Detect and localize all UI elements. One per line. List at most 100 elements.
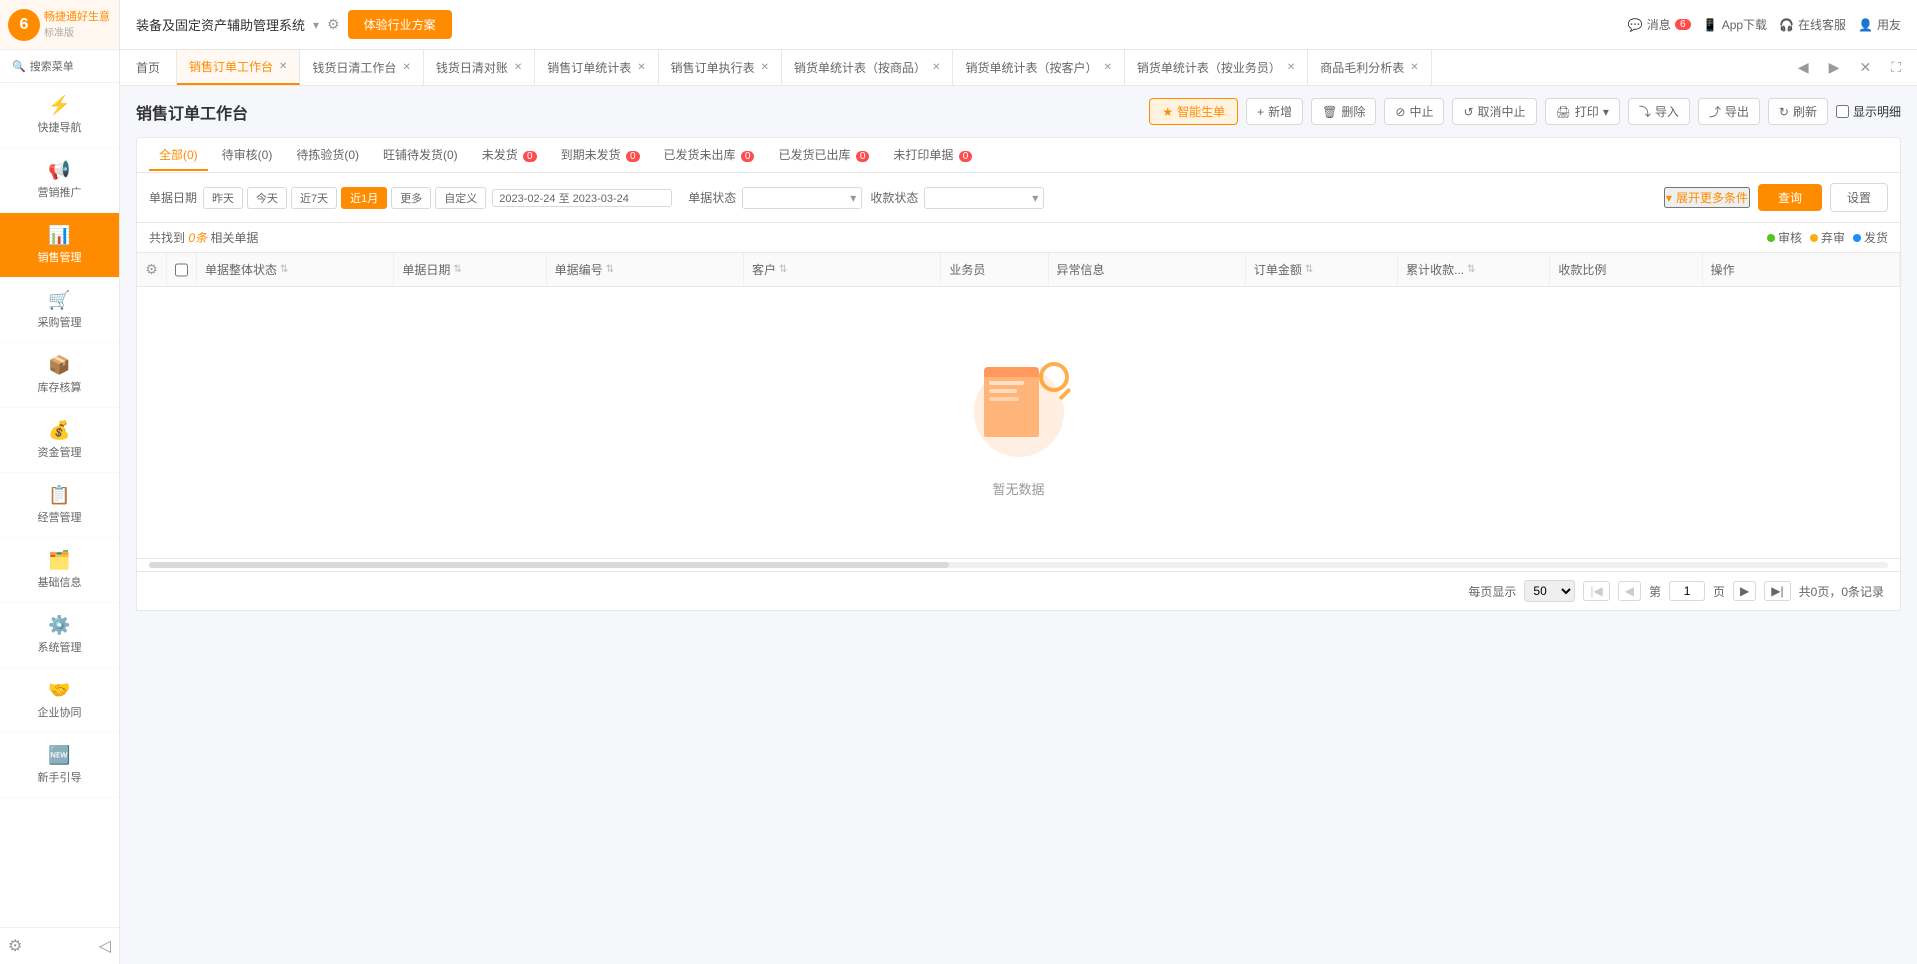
tab-sales-by-product[interactable]: 销货单统计表（按商品） ✕ bbox=[782, 50, 953, 85]
page-last-btn[interactable]: ▶| bbox=[1764, 581, 1790, 601]
settings-btn[interactable]: 设置 bbox=[1830, 183, 1888, 212]
tab-sales-exec[interactable]: 销售订单执行表 ✕ bbox=[659, 50, 782, 85]
ship-btn[interactable]: 发货 bbox=[1853, 229, 1888, 246]
col-collected-header[interactable]: 累计收款... ⇅ bbox=[1398, 253, 1550, 286]
filter-tab-shipped-not-out[interactable]: 已发货未出库 0 bbox=[654, 140, 765, 171]
collapse-icon[interactable]: ◁ bbox=[99, 936, 111, 956]
page-first-btn[interactable]: |◀ bbox=[1583, 581, 1609, 601]
sidebar-item-operations[interactable]: 📋 经营管理 bbox=[0, 473, 119, 538]
tab-home[interactable]: 首页 bbox=[120, 50, 177, 85]
tab-gross-profit[interactable]: 商品毛利分析表 ✕ bbox=[1308, 50, 1431, 85]
sidebar-item-purchase[interactable]: 🛒 采购管理 bbox=[0, 278, 119, 343]
ai-generate-btn[interactable]: ★ 智能生单 bbox=[1149, 98, 1238, 125]
tab-cash-daily[interactable]: 钱货日清工作台 ✕ bbox=[300, 50, 423, 85]
page-prev-btn[interactable]: ◀ bbox=[1618, 581, 1641, 601]
cancel-stop-btn[interactable]: ↺ 取消中止 bbox=[1452, 98, 1536, 125]
date-btn-today[interactable]: 今天 bbox=[247, 187, 287, 209]
tab-cash-reconcile-close[interactable]: ✕ bbox=[514, 62, 522, 73]
tab-sales-by-customer-close[interactable]: ✕ bbox=[1103, 62, 1111, 73]
query-btn[interactable]: 查询 bbox=[1758, 184, 1822, 211]
page-next-btn[interactable]: ▶ bbox=[1733, 581, 1756, 601]
tab-sales-by-staff[interactable]: 销货单统计表（按业务员） ✕ bbox=[1125, 50, 1308, 85]
user-item[interactable]: 👤 用友 bbox=[1858, 16, 1901, 33]
col-ratio-header: 收款比例 bbox=[1550, 253, 1702, 286]
show-detail-checkbox[interactable] bbox=[1836, 105, 1849, 118]
message-item[interactable]: 💬 消息 6 bbox=[1628, 16, 1691, 33]
filter-tab-not-shipped[interactable]: 未发货 0 bbox=[472, 140, 547, 171]
settings-header-icon[interactable]: ⚙ bbox=[327, 16, 340, 33]
tab-sales-stats-close[interactable]: ✕ bbox=[637, 62, 645, 73]
filter-tab-not-printed[interactable]: 未打印单据 0 bbox=[883, 140, 982, 171]
payment-select[interactable] bbox=[924, 187, 1044, 209]
sidebar-item-sales[interactable]: 📊 销售管理 bbox=[0, 213, 119, 278]
export-btn[interactable]: ⤴ 导出 bbox=[1698, 98, 1760, 125]
date-btn-7days[interactable]: 近7天 bbox=[291, 187, 337, 209]
tab-cash-reconcile[interactable]: 钱货日清对账 ✕ bbox=[424, 50, 535, 85]
page-size-select[interactable]: 50 100 200 bbox=[1524, 580, 1575, 602]
sidebar-item-system[interactable]: ⚙️ 系统管理 bbox=[0, 603, 119, 668]
tab-sales-workbench[interactable]: 销售订单工作台 ✕ bbox=[177, 50, 300, 85]
tab-maximize-btn[interactable]: ⛶ bbox=[1883, 59, 1909, 76]
sidebar-item-guide[interactable]: 🆕 新手引导 bbox=[0, 733, 119, 798]
sidebar-item-enterprise[interactable]: 🤝 企业协同 bbox=[0, 668, 119, 733]
col-number-header[interactable]: 单据编号 ⇅ bbox=[547, 253, 744, 286]
sidebar-item-inventory[interactable]: 📦 库存核算 bbox=[0, 343, 119, 408]
col-date-header[interactable]: 单据日期 ⇅ bbox=[394, 253, 546, 286]
capital-icon: 💰 bbox=[48, 420, 70, 441]
tab-scroll-right-btn[interactable]: ▶ bbox=[1821, 59, 1848, 76]
revoke-btn[interactable]: 弃审 bbox=[1810, 229, 1845, 246]
col-status-header[interactable]: 单据整体状态 ⇅ bbox=[197, 253, 394, 286]
col-settings[interactable]: ⚙ bbox=[137, 253, 167, 286]
show-detail-label[interactable]: 显示明细 bbox=[1836, 103, 1901, 120]
tab-sales-stats[interactable]: 销售订单统计表 ✕ bbox=[535, 50, 658, 85]
filter-tab-all[interactable]: 全部(0) bbox=[149, 140, 208, 171]
add-btn[interactable]: + 新增 bbox=[1246, 98, 1303, 125]
basic-label: 基础信息 bbox=[38, 574, 82, 590]
tab-sales-by-staff-close[interactable]: ✕ bbox=[1287, 62, 1295, 73]
filter-tab-shipped-out[interactable]: 已发货已出库 0 bbox=[768, 140, 879, 171]
refresh-btn[interactable]: ↻ 刷新 bbox=[1768, 98, 1828, 125]
sidebar-item-basic[interactable]: 🗂️ 基础信息 bbox=[0, 538, 119, 603]
dropdown-arrow-icon[interactable]: ▾ bbox=[313, 18, 319, 32]
tab-sales-by-product-close[interactable]: ✕ bbox=[932, 62, 940, 73]
status-select[interactable] bbox=[742, 187, 862, 209]
review-btn[interactable]: 审核 bbox=[1767, 229, 1802, 246]
filter-tab-overdue[interactable]: 到期未发货 0 bbox=[551, 140, 650, 171]
tab-scroll-left-btn[interactable]: ◀ bbox=[1790, 59, 1817, 76]
col-customer-header[interactable]: 客户 ⇅ bbox=[744, 253, 941, 286]
filter-tab-wangpu[interactable]: 旺铺待发货(0) bbox=[373, 140, 468, 171]
sidebar-item-marketing[interactable]: 📢 营销推广 bbox=[0, 148, 119, 213]
filter-tab-pending-check[interactable]: 待拣验货(0) bbox=[286, 140, 369, 171]
search-menu-item[interactable]: 🔍 搜索菜单 bbox=[0, 50, 119, 83]
date-btn-1month[interactable]: 近1月 bbox=[341, 187, 387, 209]
date-range-input[interactable] bbox=[492, 189, 672, 207]
col-amount-header[interactable]: 订单金额 ⇅ bbox=[1246, 253, 1398, 286]
filter-tab-pending-review[interactable]: 待审核(0) bbox=[212, 140, 283, 171]
date-label: 单据日期 bbox=[149, 189, 197, 206]
app-download-item[interactable]: 📱 App下载 bbox=[1703, 16, 1767, 33]
tab-close-all-btn[interactable]: ✕ bbox=[1851, 59, 1879, 76]
tab-gross-profit-close[interactable]: ✕ bbox=[1410, 62, 1418, 73]
settings-bottom-icon[interactable]: ⚙ bbox=[8, 936, 22, 956]
sidebar-item-quick-nav[interactable]: ⚡ 快捷导航 bbox=[0, 83, 119, 148]
date-btn-custom[interactable]: 自定义 bbox=[435, 187, 486, 209]
online-service-item[interactable]: 🎧 在线客服 bbox=[1779, 16, 1846, 33]
tab-sales-workbench-close[interactable]: ✕ bbox=[279, 61, 287, 72]
delete-btn[interactable]: 🗑 删除 bbox=[1311, 98, 1376, 125]
horizontal-scrollbar-track[interactable] bbox=[149, 562, 1888, 568]
stop-btn[interactable]: ⊘ 中止 bbox=[1384, 98, 1444, 125]
tab-sales-by-customer[interactable]: 销货单统计表（按客户） ✕ bbox=[953, 50, 1124, 85]
import-btn[interactable]: ⤵ 导入 bbox=[1628, 98, 1690, 125]
print-btn[interactable]: 🖨 打印 ▾ bbox=[1545, 98, 1620, 125]
page-number-input[interactable] bbox=[1669, 581, 1705, 601]
tab-sales-exec-close[interactable]: ✕ bbox=[761, 62, 769, 73]
experience-btn[interactable]: 体验行业方案 bbox=[348, 10, 452, 39]
select-all-checkbox[interactable] bbox=[175, 263, 188, 277]
column-settings-icon[interactable]: ⚙ bbox=[145, 261, 158, 278]
date-btn-yesterday[interactable]: 昨天 bbox=[203, 187, 243, 209]
sidebar-item-capital[interactable]: 💰 资金管理 bbox=[0, 408, 119, 473]
horizontal-scrollbar-thumb[interactable] bbox=[149, 562, 949, 568]
date-btn-more[interactable]: 更多 bbox=[391, 187, 431, 209]
expand-btn[interactable]: ▾ 展开更多条件 bbox=[1664, 187, 1750, 208]
tab-cash-daily-close[interactable]: ✕ bbox=[402, 62, 410, 73]
